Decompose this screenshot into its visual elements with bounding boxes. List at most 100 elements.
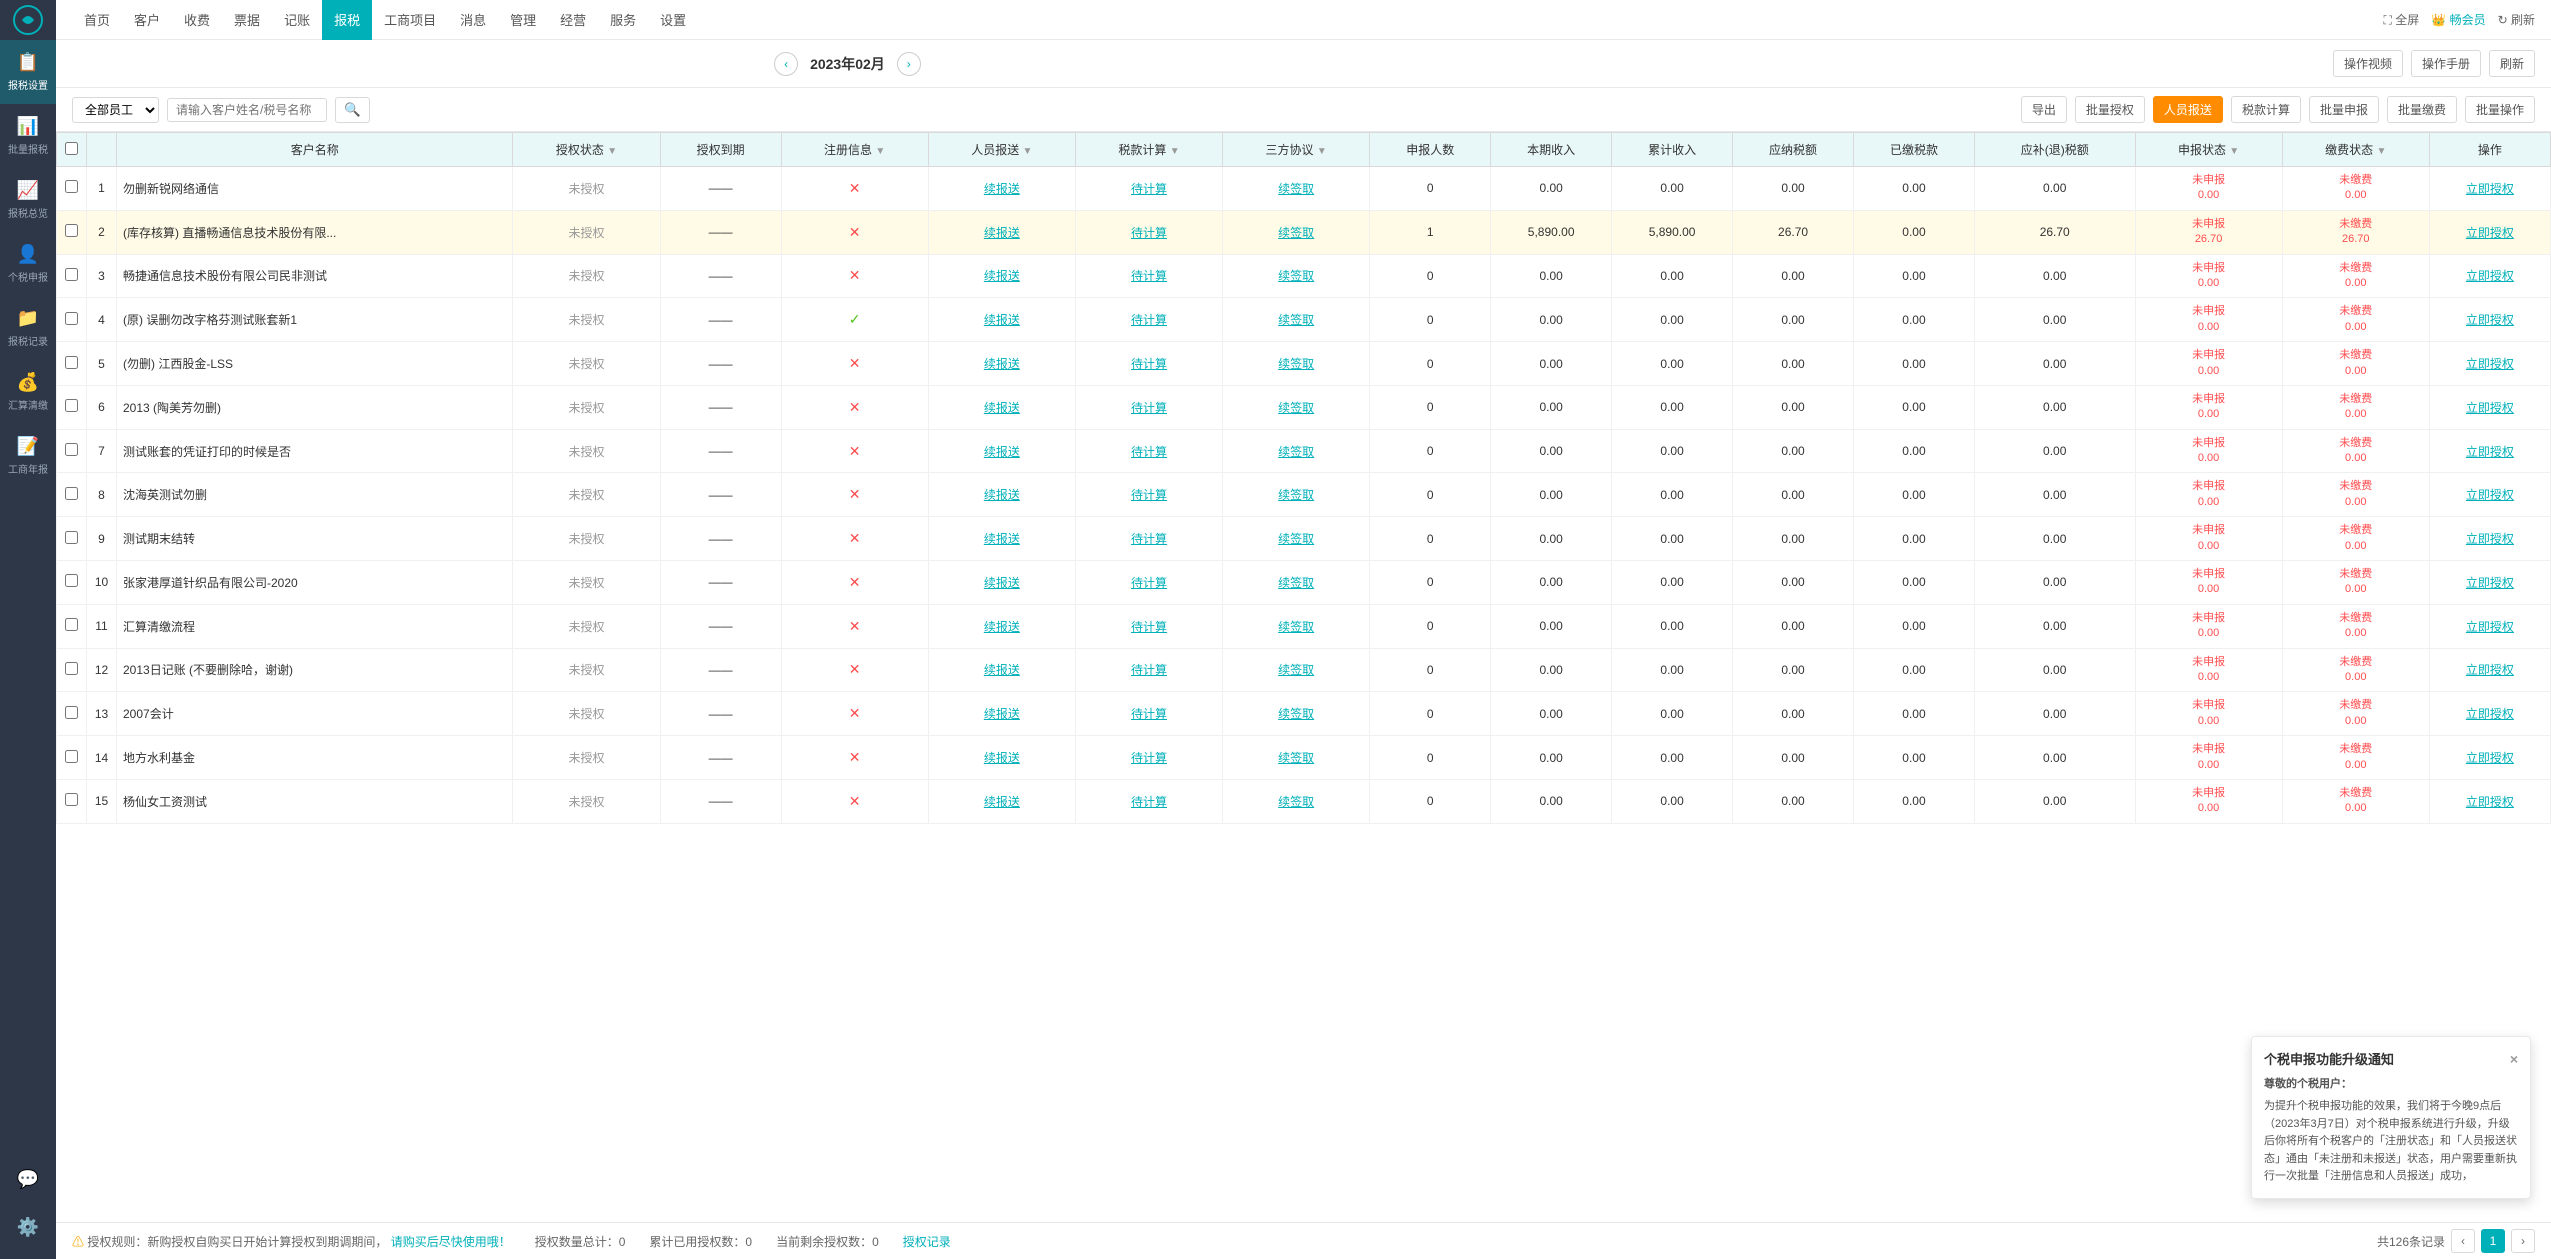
auth-link[interactable]: 请购买后尽快使用哦！ bbox=[391, 1235, 511, 1249]
batch-pay-button[interactable]: 批量缴费 bbox=[2387, 96, 2457, 123]
row-tax-refund: 0.00 bbox=[1974, 429, 2135, 473]
auth-operation-button[interactable]: 立即授权 bbox=[2466, 401, 2514, 415]
operation-video-button[interactable]: 操作视频 bbox=[2333, 50, 2403, 77]
row-checkbox[interactable] bbox=[65, 443, 78, 456]
reg-info-x-icon: ✕ bbox=[849, 399, 861, 415]
table-row: 3 畅捷通信息技术股份有限公司民非测试 未授权 —— ✕ 续报送 待计算 续签取… bbox=[57, 254, 2551, 298]
auth-operation-button[interactable]: 立即授权 bbox=[2466, 313, 2514, 327]
auth-operation-button[interactable]: 立即授权 bbox=[2466, 707, 2514, 721]
row-checkbox[interactable] bbox=[65, 356, 78, 369]
search-button[interactable]: 🔍 bbox=[335, 97, 370, 123]
auth-operation-button[interactable]: 立即授权 bbox=[2466, 488, 2514, 502]
row-tax-refund: 0.00 bbox=[1974, 385, 2135, 429]
auth-operation-button[interactable]: 立即授权 bbox=[2466, 795, 2514, 809]
nav-tax[interactable]: 报税 bbox=[322, 0, 372, 40]
row-checkbox[interactable] bbox=[65, 180, 78, 193]
row-operation: 立即授权 bbox=[2429, 342, 2550, 386]
nav-operations[interactable]: 经营 bbox=[548, 0, 598, 40]
member-button[interactable]: 👑 畅会员 bbox=[2431, 11, 2485, 28]
next-month-button[interactable]: › bbox=[897, 52, 921, 76]
auth-operation-button[interactable]: 立即授权 bbox=[2466, 445, 2514, 459]
row-checkbox[interactable] bbox=[65, 312, 78, 325]
settings-button[interactable]: ⚙️ bbox=[8, 1207, 48, 1247]
sidebar-item-annual-report[interactable]: 📝 工商年报 bbox=[0, 424, 56, 488]
nav-home[interactable]: 首页 bbox=[72, 0, 122, 40]
auth-operation-button[interactable]: 立即授权 bbox=[2466, 576, 2514, 590]
message-button[interactable]: 💬 bbox=[8, 1159, 48, 1199]
page-1-button[interactable]: 1 bbox=[2481, 1229, 2505, 1253]
row-checkbox[interactable] bbox=[65, 574, 78, 587]
personal-report-button[interactable]: 人员报送 bbox=[2153, 96, 2223, 123]
reg-info-x-icon: ✕ bbox=[849, 749, 861, 765]
current-month: 2023年02月 bbox=[810, 54, 885, 74]
reg-info-x-icon: ✕ bbox=[849, 486, 861, 502]
header-refresh-button[interactable]: 刷新 bbox=[2489, 50, 2535, 77]
auth-operation-button[interactable]: 立即授权 bbox=[2466, 532, 2514, 546]
row-num: 3 bbox=[87, 254, 117, 298]
export-button[interactable]: 导出 bbox=[2021, 96, 2067, 123]
batch-auth-button[interactable]: 批量授权 bbox=[2075, 96, 2145, 123]
row-checkbox[interactable] bbox=[65, 399, 78, 412]
row-current-income: 0.00 bbox=[1491, 779, 1612, 823]
batch-report-button[interactable]: 批量申报 bbox=[2309, 96, 2379, 123]
batch-operation-button[interactable]: 批量操作 bbox=[2465, 96, 2535, 123]
search-input[interactable] bbox=[167, 98, 327, 122]
row-tax-calc: 待计算 bbox=[1075, 210, 1222, 254]
nav-management[interactable]: 管理 bbox=[498, 0, 548, 40]
sidebar-item-report-records[interactable]: 📁 报税记录 bbox=[0, 296, 56, 360]
nav-billing[interactable]: 收费 bbox=[172, 0, 222, 40]
employee-filter[interactable]: 全部员工 bbox=[72, 97, 159, 123]
sidebar-item-tax-status[interactable]: 📈 报税总览 bbox=[0, 168, 56, 232]
row-checkbox[interactable] bbox=[65, 750, 78, 763]
prev-page-button[interactable]: ‹ bbox=[2451, 1229, 2475, 1253]
row-checkbox[interactable] bbox=[65, 224, 78, 237]
nav-clients[interactable]: 客户 bbox=[122, 0, 172, 40]
auth-operation-button[interactable]: 立即授权 bbox=[2466, 751, 2514, 765]
auth-operation-button[interactable]: 立即授权 bbox=[2466, 182, 2514, 196]
row-checkbox[interactable] bbox=[65, 793, 78, 806]
notice-greeting: 尊敬的个税用户： bbox=[2264, 1076, 2518, 1094]
next-page-button[interactable]: › bbox=[2511, 1229, 2535, 1253]
row-tax-payable: 0.00 bbox=[1733, 254, 1854, 298]
auth-operation-button[interactable]: 立即授权 bbox=[2466, 269, 2514, 283]
row-checkbox[interactable] bbox=[65, 618, 78, 631]
auth-operation-button[interactable]: 立即授权 bbox=[2466, 357, 2514, 371]
row-cumulative-income: 0.00 bbox=[1612, 779, 1733, 823]
reg-info-x-icon: ✕ bbox=[849, 224, 861, 240]
refresh-button[interactable]: ↻ 刷新 bbox=[2498, 11, 2535, 28]
row-checkbox[interactable] bbox=[65, 487, 78, 500]
table-row: 9 测试期末结转 未授权 —— ✕ 续报送 待计算 续签取 0 0.00 0.0… bbox=[57, 517, 2551, 561]
record-link[interactable]: 授权记录 bbox=[903, 1233, 951, 1250]
operation-manual-button[interactable]: 操作手册 bbox=[2411, 50, 2481, 77]
row-tax-payable: 0.00 bbox=[1733, 298, 1854, 342]
sidebar-item-batch-tax[interactable]: 📊 批量报税 bbox=[0, 104, 56, 168]
nav-invoice[interactable]: 票据 bbox=[222, 0, 272, 40]
notice-close-button[interactable]: × bbox=[2510, 1051, 2518, 1067]
row-checkbox[interactable] bbox=[65, 706, 78, 719]
sidebar-item-personal-report[interactable]: 👤 个税申报 bbox=[0, 232, 56, 296]
fullscreen-button[interactable]: ⛶ 全屏 bbox=[2384, 11, 2420, 28]
table-row: 13 2007会计 未授权 —— ✕ 续报送 待计算 续签取 0 0.00 0.… bbox=[57, 692, 2551, 736]
auth-operation-button[interactable]: 立即授权 bbox=[2466, 620, 2514, 634]
row-checkbox[interactable] bbox=[65, 662, 78, 675]
row-checkbox[interactable] bbox=[65, 531, 78, 544]
auth-operation-button[interactable]: 立即授权 bbox=[2466, 663, 2514, 677]
tax-calc-button[interactable]: 税款计算 bbox=[2231, 96, 2301, 123]
row-tax-paid: 0.00 bbox=[1854, 517, 1975, 561]
reg-info-x-icon: ✕ bbox=[849, 661, 861, 677]
select-all-checkbox[interactable] bbox=[65, 142, 78, 155]
row-client-name: 张家港厚道针织品有限公司-2020 bbox=[117, 561, 513, 605]
row-pay-status: 未缴费 0.00 bbox=[2282, 473, 2429, 517]
nav-services[interactable]: 服务 bbox=[598, 0, 648, 40]
sidebar-item-tax-settings[interactable]: 📋 报税设置 bbox=[0, 40, 56, 104]
nav-business[interactable]: 工商项目 bbox=[372, 0, 448, 40]
sidebar-item-remittance[interactable]: 💰 汇算清缴 bbox=[0, 360, 56, 424]
prev-month-button[interactable]: ‹ bbox=[774, 52, 798, 76]
nav-settings[interactable]: 设置 bbox=[648, 0, 698, 40]
auth-operation-button[interactable]: 立即授权 bbox=[2466, 226, 2514, 240]
row-checkbox[interactable] bbox=[65, 268, 78, 281]
nav-messages[interactable]: 消息 bbox=[448, 0, 498, 40]
row-tax-refund: 0.00 bbox=[1974, 167, 2135, 211]
nav-accounts[interactable]: 记账 bbox=[272, 0, 322, 40]
col-client-name: 客户名称 bbox=[117, 133, 513, 167]
